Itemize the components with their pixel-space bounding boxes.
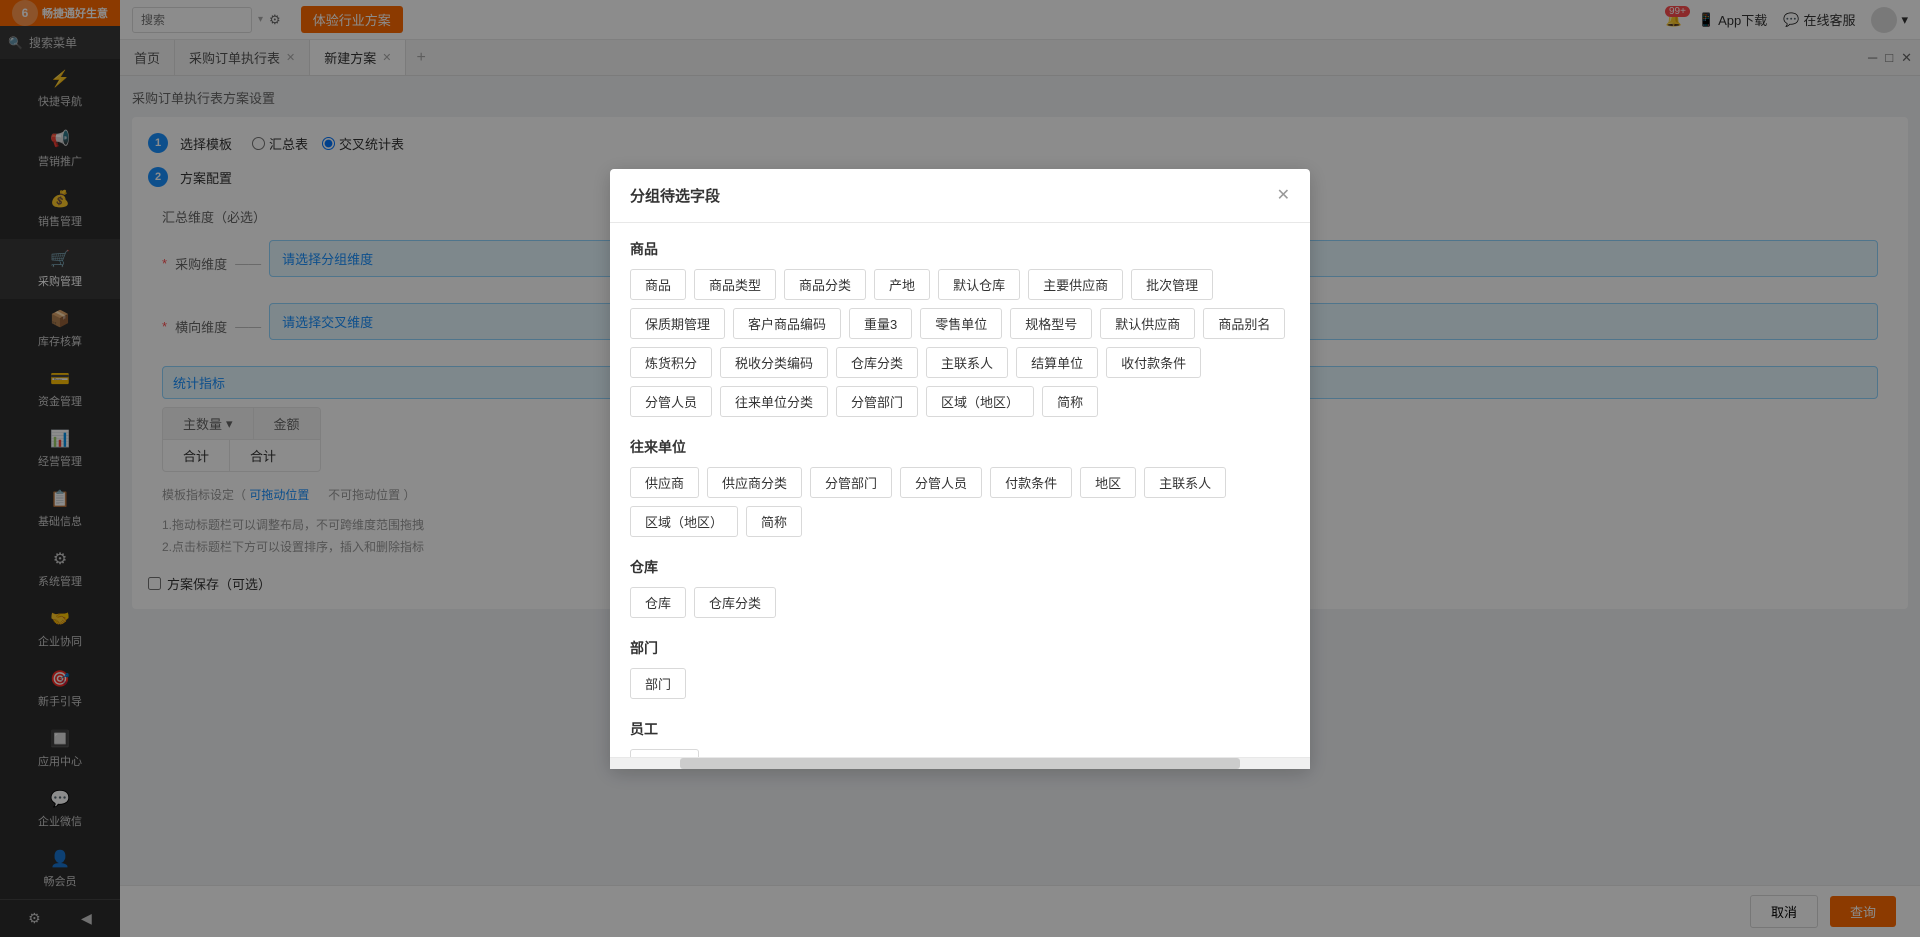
modal-bottom-scrollbar[interactable] — [610, 757, 1310, 769]
section-title-goods: 商品 — [630, 239, 1290, 259]
field-tag-partner-4[interactable]: 付款条件 — [990, 467, 1072, 498]
field-tag-goods-5[interactable]: 主要供应商 — [1028, 269, 1123, 300]
section-title-staff: 员工 — [630, 719, 1290, 739]
scroll-thumb — [680, 758, 1240, 769]
field-tag-goods-12[interactable]: 默认供应商 — [1100, 308, 1195, 339]
field-tag-goods-7[interactable]: 保质期管理 — [630, 308, 725, 339]
modal-title: 分组待选字段 — [630, 185, 720, 206]
field-tag-goods-21[interactable]: 往来单位分类 — [720, 386, 828, 417]
field-tag-goods-4[interactable]: 默认仓库 — [938, 269, 1020, 300]
staff-field-tags: 业务员 — [630, 749, 1290, 757]
field-tag-partner-2[interactable]: 分管部门 — [810, 467, 892, 498]
warehouse-field-tags: 仓库 仓库分类 — [630, 587, 1290, 618]
field-tag-warehouse-0[interactable]: 仓库 — [630, 587, 686, 618]
field-tag-goods-22[interactable]: 分管部门 — [836, 386, 918, 417]
partner-field-tags: 供应商 供应商分类 分管部门 分管人员 付款条件 地区 主联系人 区域（地区） … — [630, 467, 1290, 537]
field-tag-partner-5[interactable]: 地区 — [1080, 467, 1136, 498]
field-tag-goods-15[interactable]: 税收分类编码 — [720, 347, 828, 378]
field-tag-goods-9[interactable]: 重量3 — [849, 308, 912, 339]
field-tag-goods-20[interactable]: 分管人员 — [630, 386, 712, 417]
field-tag-goods-2[interactable]: 商品分类 — [784, 269, 866, 300]
field-tag-goods-10[interactable]: 零售单位 — [920, 308, 1002, 339]
field-tag-goods-23[interactable]: 区域（地区） — [926, 386, 1034, 417]
field-tag-goods-6[interactable]: 批次管理 — [1131, 269, 1213, 300]
field-tag-partner-7[interactable]: 区域（地区） — [630, 506, 738, 537]
field-section-warehouse: 仓库 仓库 仓库分类 — [630, 557, 1290, 618]
modal-overlay[interactable]: 分组待选字段 ✕ 商品 商品 商品类型 商品分类 产地 默认仓库 主要供应商 批… — [0, 0, 1920, 937]
field-tag-goods-0[interactable]: 商品 — [630, 269, 686, 300]
modal-body: 商品 商品 商品类型 商品分类 产地 默认仓库 主要供应商 批次管理 保质期管理… — [610, 223, 1310, 757]
field-tag-partner-8[interactable]: 简称 — [746, 506, 802, 537]
dept-field-tags: 部门 — [630, 668, 1290, 699]
field-section-partner: 往来单位 供应商 供应商分类 分管部门 分管人员 付款条件 地区 主联系人 区域… — [630, 437, 1290, 537]
field-tag-dept-0[interactable]: 部门 — [630, 668, 686, 699]
field-tag-partner-1[interactable]: 供应商分类 — [707, 467, 802, 498]
field-tag-partner-0[interactable]: 供应商 — [630, 467, 699, 498]
field-tag-goods-11[interactable]: 规格型号 — [1010, 308, 1092, 339]
field-tag-goods-3[interactable]: 产地 — [874, 269, 930, 300]
section-title-warehouse: 仓库 — [630, 557, 1290, 577]
field-tag-warehouse-1[interactable]: 仓库分类 — [694, 587, 776, 618]
modal-close-btn[interactable]: ✕ — [1277, 185, 1290, 205]
field-tag-partner-3[interactable]: 分管人员 — [900, 467, 982, 498]
field-tag-goods-24[interactable]: 简称 — [1042, 386, 1098, 417]
field-tag-partner-6[interactable]: 主联系人 — [1144, 467, 1226, 498]
field-tag-goods-18[interactable]: 结算单位 — [1016, 347, 1098, 378]
field-tag-goods-19[interactable]: 收付款条件 — [1106, 347, 1201, 378]
modal-header: 分组待选字段 ✕ — [610, 169, 1310, 223]
field-tag-goods-8[interactable]: 客户商品编码 — [733, 308, 841, 339]
field-tag-goods-14[interactable]: 炼货积分 — [630, 347, 712, 378]
field-section-goods: 商品 商品 商品类型 商品分类 产地 默认仓库 主要供应商 批次管理 保质期管理… — [630, 239, 1290, 417]
section-title-dept: 部门 — [630, 638, 1290, 658]
field-tag-goods-17[interactable]: 主联系人 — [926, 347, 1008, 378]
field-section-dept: 部门 部门 — [630, 638, 1290, 699]
section-title-partner: 往来单位 — [630, 437, 1290, 457]
goods-field-tags: 商品 商品类型 商品分类 产地 默认仓库 主要供应商 批次管理 保质期管理 客户… — [630, 269, 1290, 417]
field-tag-staff-0[interactable]: 业务员 — [630, 749, 699, 757]
field-select-modal: 分组待选字段 ✕ 商品 商品 商品类型 商品分类 产地 默认仓库 主要供应商 批… — [610, 169, 1310, 769]
field-tag-goods-16[interactable]: 仓库分类 — [836, 347, 918, 378]
field-section-staff: 员工 业务员 — [630, 719, 1290, 757]
field-tag-goods-1[interactable]: 商品类型 — [694, 269, 776, 300]
field-tag-goods-13[interactable]: 商品别名 — [1203, 308, 1285, 339]
